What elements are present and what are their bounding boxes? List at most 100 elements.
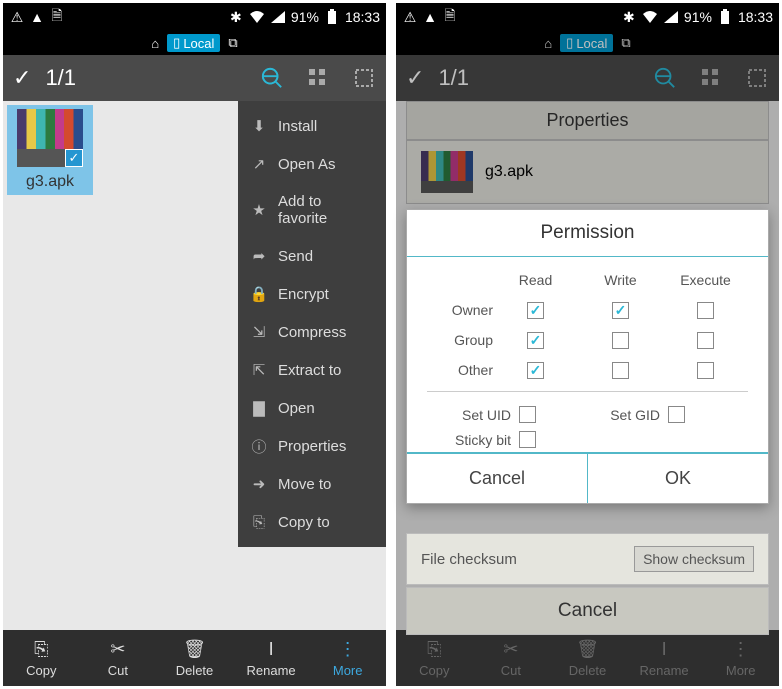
perm-cancel-button[interactable]: Cancel xyxy=(407,454,587,503)
select-all-icon[interactable] xyxy=(352,66,376,90)
windows-icon[interactable]: ⧉ xyxy=(228,35,237,51)
signal-icon xyxy=(270,9,286,25)
battery-percent: 91% xyxy=(291,9,319,25)
context-menu: ⬇Install ↗Open As ★Add to favorite ➦Send… xyxy=(238,101,386,547)
rename-icon: I xyxy=(260,639,282,661)
cb-group-execute[interactable] xyxy=(697,332,714,349)
wifi-icon xyxy=(642,9,658,25)
trash-icon: 🗑 xyxy=(576,639,598,661)
trash-icon: 🗑 xyxy=(183,639,205,661)
signal-icon xyxy=(663,9,679,25)
globe-search-icon[interactable] xyxy=(260,66,284,90)
done-icon[interactable]: ✓ xyxy=(13,65,31,91)
copy-to-icon: ⎘ xyxy=(250,513,268,531)
checksum-label: File checksum xyxy=(421,551,517,568)
battery-percent: 91% xyxy=(684,9,712,25)
warning-icon: ▲ xyxy=(29,9,45,25)
bb-cut: ✂Cut xyxy=(473,630,550,686)
bb-delete[interactable]: 🗑Delete xyxy=(156,630,233,686)
properties-cancel-button[interactable]: Cancel xyxy=(406,587,769,635)
menu-install[interactable]: ⬇Install xyxy=(238,107,386,145)
show-checksum-button[interactable]: Show checksum xyxy=(634,546,754,572)
clock: 18:33 xyxy=(738,9,773,25)
phone-icon: ▯ xyxy=(566,35,573,51)
menu-move-to[interactable]: ➜Move to xyxy=(238,465,386,503)
folder-icon: ▇ xyxy=(250,399,268,417)
menu-properties[interactable]: ⓘProperties xyxy=(238,427,386,465)
breadcrumb: ⌂ ▯ Local ⧉ xyxy=(3,31,386,55)
cb-owner-execute[interactable] xyxy=(697,302,714,319)
file-grid[interactable]: ✓ g3.apk ⬇Install ↗Open As ★Add to favor… xyxy=(3,101,386,630)
doc-icon: 🗎 xyxy=(49,9,65,25)
properties-file-row: g3.apk xyxy=(406,140,769,204)
bluetooth-icon: ✱ xyxy=(228,9,244,25)
bb-rename: IRename xyxy=(626,630,703,686)
perm-row-setuid-setgid: Set UID Set GID xyxy=(407,402,768,427)
cb-setgid[interactable] xyxy=(668,406,685,423)
grid-icon xyxy=(699,66,723,90)
menu-extract-to[interactable]: ⇱Extract to xyxy=(238,351,386,389)
menu-add-favorite[interactable]: ★Add to favorite xyxy=(238,183,386,237)
cb-other-write[interactable] xyxy=(612,362,629,379)
cb-setuid[interactable] xyxy=(519,406,536,423)
menu-copy-to[interactable]: ⎘Copy to xyxy=(238,503,386,541)
perm-ok-button[interactable]: OK xyxy=(587,454,768,503)
menu-compress[interactable]: ⇲Compress xyxy=(238,313,386,351)
permission-dialog: Permission Read Write Execute Owner Grou… xyxy=(406,209,769,504)
permission-title: Permission xyxy=(407,210,768,257)
perm-head-write: Write xyxy=(578,272,663,288)
bb-more: ⋮More xyxy=(702,630,779,686)
bottom-bar: ⎘Copy ✂Cut 🗑Delete IRename ⋮More xyxy=(396,630,779,686)
file-label: g3.apk xyxy=(7,173,93,191)
menu-encrypt[interactable]: 🔒Encrypt xyxy=(238,275,386,313)
menu-send[interactable]: ➦Send xyxy=(238,237,386,275)
selected-check-icon: ✓ xyxy=(65,149,83,167)
cb-group-read[interactable] xyxy=(527,332,544,349)
info-icon: ⓘ xyxy=(250,437,268,455)
cb-sticky[interactable] xyxy=(519,431,536,448)
cb-owner-write[interactable] xyxy=(612,302,629,319)
phone-icon: ▯ xyxy=(173,35,180,51)
rename-icon: I xyxy=(653,639,675,661)
home-icon: ⌂ xyxy=(544,36,552,51)
copy-icon: ⎘ xyxy=(423,639,445,661)
bottom-bar: ⎘Copy ✂Cut 🗑Delete IRename ⋮More xyxy=(3,630,386,686)
battery-icon xyxy=(324,9,340,25)
more-icon: ⋮ xyxy=(730,639,752,661)
local-label: Local xyxy=(183,36,214,51)
cb-group-write[interactable] xyxy=(612,332,629,349)
bb-cut[interactable]: ✂Cut xyxy=(80,630,157,686)
status-bar: ⚠ ▲ 🗎 ✱ 91% 18:33 xyxy=(3,3,386,31)
checksum-row: File checksum Show checksum xyxy=(406,533,769,585)
breadcrumb: ⌂ ▯Local ⧉ xyxy=(396,31,779,55)
menu-open[interactable]: ▇Open xyxy=(238,389,386,427)
selection-count: 1/1 xyxy=(438,65,469,91)
bb-more[interactable]: ⋮More xyxy=(309,630,386,686)
warning-icon: ⚠ xyxy=(9,9,25,25)
cb-other-execute[interactable] xyxy=(697,362,714,379)
perm-head-execute: Execute xyxy=(663,272,748,288)
file-tile-g3apk[interactable]: ✓ g3.apk xyxy=(7,105,93,195)
menu-open-as[interactable]: ↗Open As xyxy=(238,145,386,183)
cb-other-read[interactable] xyxy=(527,362,544,379)
selection-count: 1/1 xyxy=(45,65,76,91)
status-bar: ⚠ ▲ 🗎 ✱ 91% 18:33 xyxy=(396,3,779,31)
selection-bar: ✓ 1/1 xyxy=(3,55,386,101)
bluetooth-icon: ✱ xyxy=(621,9,637,25)
local-tag[interactable]: ▯ Local xyxy=(167,34,220,52)
properties-file-name: g3.apk xyxy=(485,163,533,181)
bb-copy: ⎘Copy xyxy=(396,630,473,686)
perm-row-group: Group xyxy=(427,325,748,355)
send-icon: ➦ xyxy=(250,247,268,265)
battery-icon xyxy=(717,9,733,25)
warning-icon: ▲ xyxy=(422,9,438,25)
bb-rename[interactable]: IRename xyxy=(233,630,310,686)
extract-icon: ⇱ xyxy=(250,361,268,379)
phone-right: ⚠ ▲ 🗎 ✱ 91% 18:33 ⌂ ▯Local ⧉ ✓ 1/1 xyxy=(396,3,779,686)
copy-icon: ⎘ xyxy=(30,639,52,661)
windows-icon: ⧉ xyxy=(621,35,630,51)
grid-icon[interactable] xyxy=(306,66,330,90)
bb-copy[interactable]: ⎘Copy xyxy=(3,630,80,686)
cb-owner-read[interactable] xyxy=(527,302,544,319)
home-icon[interactable]: ⌂ xyxy=(151,36,159,51)
